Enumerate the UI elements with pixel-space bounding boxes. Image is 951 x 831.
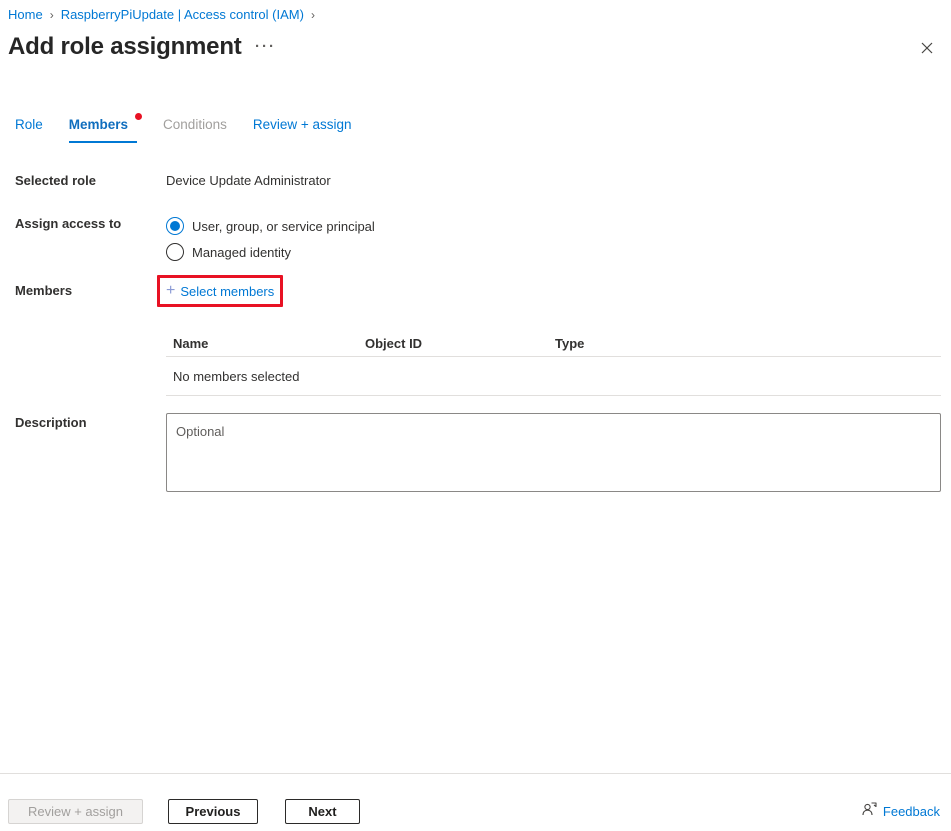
radio-unselected-icon xyxy=(166,243,184,261)
more-options-icon[interactable]: ··· xyxy=(255,38,276,55)
tab-conditions: Conditions xyxy=(163,117,227,132)
previous-button[interactable]: Previous xyxy=(168,799,258,824)
radio-selected-icon xyxy=(166,217,184,235)
members-table-header: Name Object ID Type xyxy=(166,330,941,357)
tab-review-assign[interactable]: Review + assign xyxy=(253,117,352,141)
feedback-link[interactable]: Feedback xyxy=(861,801,940,822)
select-members-label: Select members xyxy=(180,283,275,299)
tab-role[interactable]: Role xyxy=(15,117,43,141)
page-title: Add role assignment xyxy=(8,33,242,60)
tab-members[interactable]: Members xyxy=(68,113,143,143)
assign-access-radio-group: User, group, or service principal Manage… xyxy=(166,213,375,265)
selected-role-value: Device Update Administrator xyxy=(166,173,331,188)
assign-access-label: Assign access to xyxy=(15,216,122,231)
radio-option-label: User, group, or service principal xyxy=(192,218,375,234)
breadcrumb-home-link[interactable]: Home xyxy=(8,7,43,22)
breadcrumb: Home › RaspberryPiUpdate | Access contro… xyxy=(8,7,322,22)
column-header-name: Name xyxy=(173,335,209,351)
members-table-empty-row: No members selected xyxy=(166,357,941,396)
breadcrumb-separator-icon: › xyxy=(310,7,315,22)
add-role-assignment-panel: Home › RaspberryPiUpdate | Access contro… xyxy=(0,0,951,831)
breadcrumb-separator-icon: › xyxy=(49,7,54,22)
review-assign-button[interactable]: Review + assign xyxy=(8,799,143,824)
close-icon[interactable] xyxy=(917,38,937,58)
select-members-button[interactable]: + Select members xyxy=(166,283,274,299)
radio-option-label: Managed identity xyxy=(192,244,292,260)
wizard-tabs: Role Members Conditions Review + assign xyxy=(15,113,378,143)
notification-dot xyxy=(135,113,143,120)
next-button[interactable]: Next xyxy=(285,799,360,824)
description-input[interactable] xyxy=(166,413,941,492)
breadcrumb-resource-link[interactable]: RaspberryPiUpdate | Access control (IAM) xyxy=(61,7,304,22)
column-header-type: Type xyxy=(555,335,585,351)
feedback-icon xyxy=(861,801,878,822)
radio-user-group-service-principal[interactable]: User, group, or service principal xyxy=(166,213,375,239)
annotation-callout-box: + Select members xyxy=(157,275,283,307)
description-label: Description xyxy=(15,415,87,430)
footer-bar: Review + assign Previous Next Feedback xyxy=(0,773,951,831)
members-table: Name Object ID Type No members selected xyxy=(166,330,941,396)
plus-icon: + xyxy=(166,282,176,299)
feedback-label: Feedback xyxy=(882,804,940,819)
selected-role-label: Selected role xyxy=(15,173,96,188)
members-label: Members xyxy=(15,283,73,298)
column-header-object-id: Object ID xyxy=(365,335,423,351)
tab-members-label: Members xyxy=(68,117,129,132)
radio-managed-identity[interactable]: Managed identity xyxy=(166,239,375,265)
